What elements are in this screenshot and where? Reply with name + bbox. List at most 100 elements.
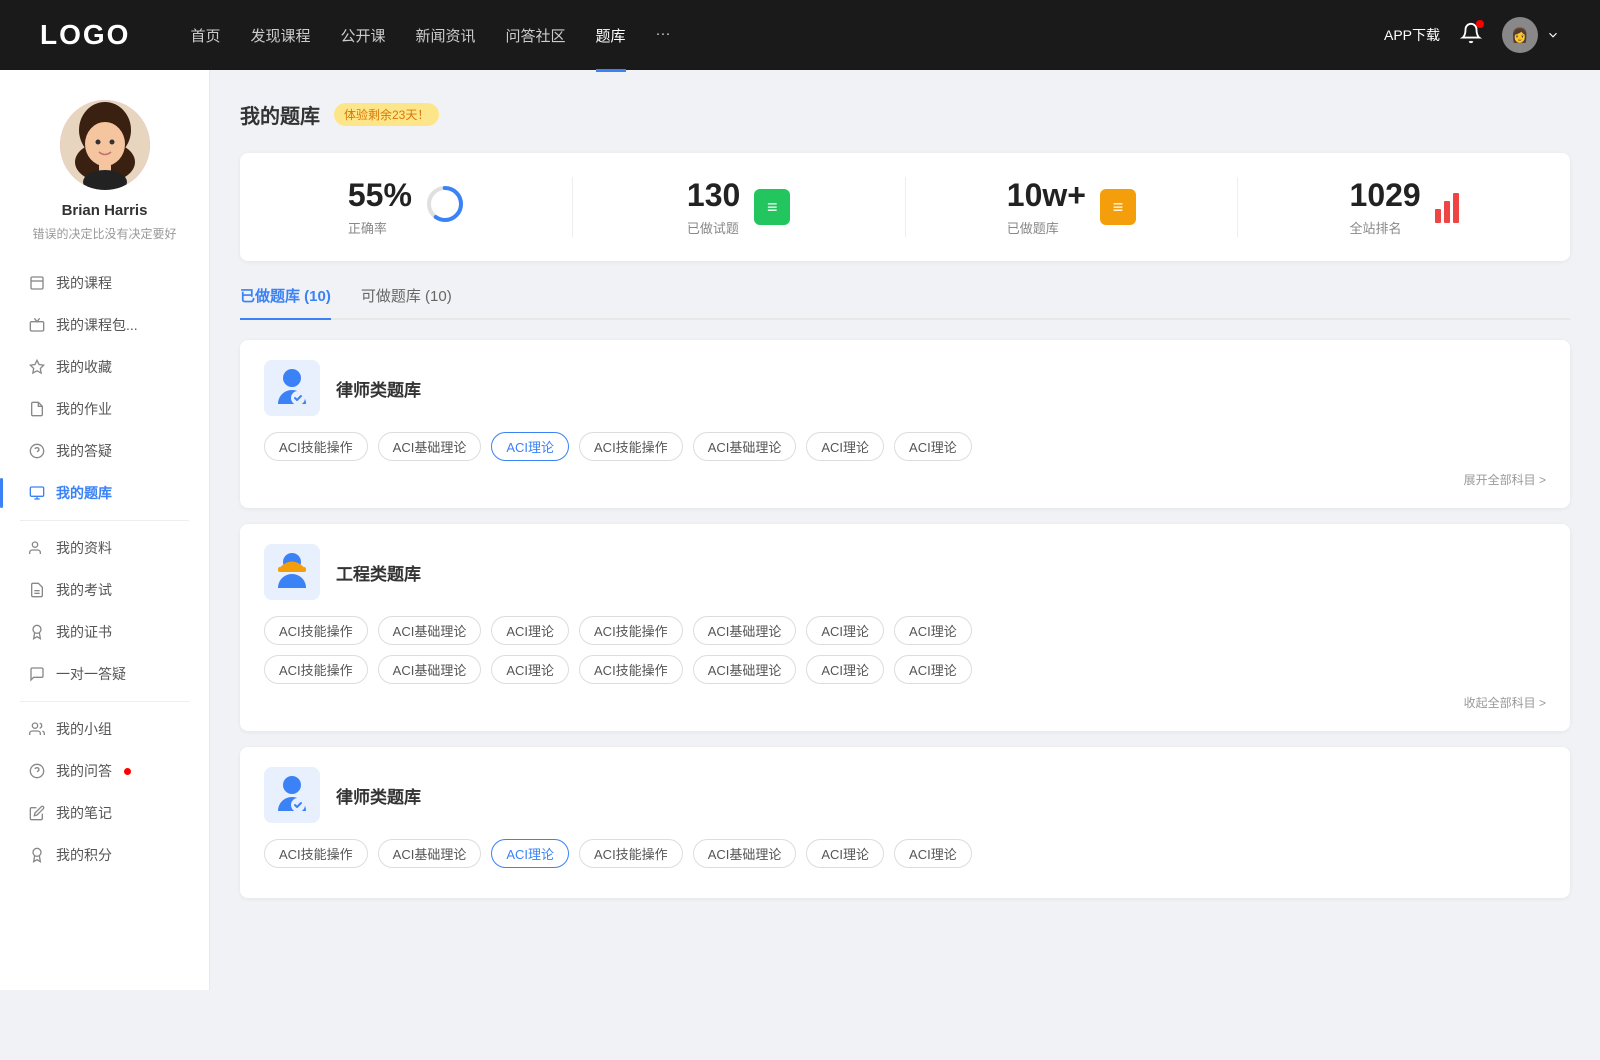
sidebar-item-group[interactable]: 我的小组 — [0, 708, 209, 750]
sidebar-item-label-bank: 我的题库 — [56, 483, 112, 503]
sidebar-item-homework[interactable]: 我的作业 — [0, 388, 209, 430]
tag-1-5[interactable]: ACI理论 — [806, 616, 884, 645]
sidebar-item-bank[interactable]: 我的题库 — [0, 472, 209, 514]
tag-1-2[interactable]: ACI理论 — [491, 616, 569, 645]
tag-0-1[interactable]: ACI基础理论 — [378, 432, 482, 461]
bank-card-2-header: 律师类题库 — [264, 767, 1546, 823]
sidebar-item-one-to-one[interactable]: 一对一答疑 — [0, 653, 209, 695]
bank-card-2-title: 律师类题库 — [336, 783, 421, 808]
tag-1-6[interactable]: ACI理论 — [894, 616, 972, 645]
stat-done-questions: 130 已做试题 ≡ — [573, 177, 906, 237]
sidebar-item-label-pkg: 我的课程包... — [56, 315, 138, 335]
tag-1-0[interactable]: ACI技能操作 — [264, 616, 368, 645]
sidebar-item-label-cert: 我的证书 — [56, 622, 112, 642]
tag-2-0[interactable]: ACI技能操作 — [264, 839, 368, 868]
tab-done-banks[interactable]: 已做题库 (10) — [240, 285, 331, 318]
profile-icon — [28, 539, 46, 557]
tag-1-12[interactable]: ACI理论 — [806, 655, 884, 684]
tag-1-8[interactable]: ACI基础理论 — [378, 655, 482, 684]
tab-available-banks[interactable]: 可做题库 (10) — [361, 285, 452, 318]
sidebar-item-courses[interactable]: 我的课程 — [0, 262, 209, 304]
cert-icon — [28, 623, 46, 641]
sidebar-item-myqa[interactable]: 我的问答 — [0, 750, 209, 792]
tag-0-4[interactable]: ACI基础理论 — [693, 432, 797, 461]
stat-banks-label: 已做题库 — [1007, 218, 1086, 237]
tag-1-4[interactable]: ACI基础理论 — [693, 616, 797, 645]
bank-card-1-icon — [264, 544, 320, 600]
sidebar-divider-1 — [20, 520, 189, 521]
nav-open-course[interactable]: 公开课 — [340, 21, 385, 50]
nav-news[interactable]: 新闻资讯 — [416, 21, 476, 50]
bank-card-1: 工程类题库 ACI技能操作 ACI基础理论 ACI理论 ACI技能操作 ACI基… — [240, 524, 1570, 731]
sidebar-motto: 错误的决定比没有决定要好 — [12, 225, 196, 242]
tag-2-5[interactable]: ACI理论 — [806, 839, 884, 868]
tag-0-6[interactable]: ACI理论 — [894, 432, 972, 461]
accuracy-icon — [426, 185, 464, 230]
stat-accuracy-value: 55% — [348, 177, 412, 214]
avatar-image-nav: 👩 — [1502, 17, 1538, 53]
tag-2-4[interactable]: ACI基础理论 — [693, 839, 797, 868]
app-download-button[interactable]: APP下载 — [1384, 25, 1440, 45]
sidebar-avatar — [60, 100, 150, 190]
bank-card-0-header: 律师类题库 — [264, 360, 1546, 416]
sidebar-nav: 我的课程 我的课程包... 我的收藏 我的作业 — [0, 262, 209, 876]
stat-done-value: 130 — [687, 177, 740, 214]
star-icon — [28, 358, 46, 376]
sidebar-item-label-favorites: 我的收藏 — [56, 357, 112, 377]
tag-1-1[interactable]: ACI基础理论 — [378, 616, 482, 645]
pkg-icon — [28, 316, 46, 334]
tag-1-9[interactable]: ACI理论 — [491, 655, 569, 684]
tag-1-13[interactable]: ACI理论 — [894, 655, 972, 684]
logo: LOGO — [40, 19, 130, 51]
stat-done-label: 已做试题 — [687, 218, 740, 237]
bank-card-0: 律师类题库 ACI技能操作 ACI基础理论 ACI理论 ACI技能操作 ACI基… — [240, 340, 1570, 508]
sidebar-item-exam[interactable]: 我的考试 — [0, 569, 209, 611]
bank-card-0-icon — [264, 360, 320, 416]
user-avatar-nav[interactable]: 👩 — [1502, 17, 1560, 53]
tag-1-11[interactable]: ACI基础理论 — [693, 655, 797, 684]
sidebar-item-favorites[interactable]: 我的收藏 — [0, 346, 209, 388]
chevron-down-icon — [1546, 28, 1560, 42]
stat-rank: 1029 全站排名 — [1238, 177, 1570, 237]
sidebar-item-cert[interactable]: 我的证书 — [0, 611, 209, 653]
stat-accuracy-content: 55% 正确率 — [348, 177, 412, 237]
tag-0-3[interactable]: ACI技能操作 — [579, 432, 683, 461]
sidebar-item-label-group: 我的小组 — [56, 719, 112, 739]
nav-discover[interactable]: 发现课程 — [250, 21, 310, 50]
page-header: 我的题库 体验剩余23天！ — [240, 100, 1570, 129]
stat-done-banks-content: 10w+ 已做题库 — [1007, 177, 1086, 237]
nav-more[interactable]: ··· — [656, 21, 671, 50]
nav-qa[interactable]: 问答社区 — [506, 21, 566, 50]
nav-bank[interactable]: 题库 — [596, 21, 626, 50]
stat-accuracy: 55% 正确率 — [240, 177, 573, 237]
page-title: 我的题库 — [240, 100, 320, 129]
tag-2-6[interactable]: ACI理论 — [894, 839, 972, 868]
tag-1-3[interactable]: ACI技能操作 — [579, 616, 683, 645]
sidebar-item-points[interactable]: 我的积分 — [0, 834, 209, 876]
sidebar-item-profile[interactable]: 我的资料 — [0, 527, 209, 569]
tag-1-10[interactable]: ACI技能操作 — [579, 655, 683, 684]
bank-card-1-expand[interactable]: 收起全部科目 > — [264, 694, 1546, 711]
tag-2-3[interactable]: ACI技能操作 — [579, 839, 683, 868]
bank-card-0-expand[interactable]: 展开全部科目 > — [264, 471, 1546, 488]
homework-icon — [28, 400, 46, 418]
tag-2-2[interactable]: ACI理论 — [491, 839, 569, 868]
tag-0-0[interactable]: ACI技能操作 — [264, 432, 368, 461]
sidebar-item-notes[interactable]: 我的笔记 — [0, 792, 209, 834]
bank-icon — [28, 484, 46, 502]
bank-card-0-title: 律师类题库 — [336, 376, 421, 401]
tag-2-1[interactable]: ACI基础理论 — [378, 839, 482, 868]
sidebar-item-qa[interactable]: 我的答疑 — [0, 430, 209, 472]
sidebar-item-label-qa: 我的答疑 — [56, 441, 112, 461]
tag-0-5[interactable]: ACI理论 — [806, 432, 884, 461]
stat-rank-label: 全站排名 — [1350, 218, 1421, 237]
nav-home[interactable]: 首页 — [190, 21, 220, 50]
group-icon — [28, 720, 46, 738]
tag-1-7[interactable]: ACI技能操作 — [264, 655, 368, 684]
notification-bell[interactable] — [1460, 22, 1482, 49]
tag-0-2[interactable]: ACI理论 — [491, 432, 569, 461]
sidebar-username: Brian Harris — [62, 202, 148, 219]
bank-card-1-header: 工程类题库 — [264, 544, 1546, 600]
stat-accuracy-label: 正确率 — [348, 218, 412, 237]
sidebar-item-pkg[interactable]: 我的课程包... — [0, 304, 209, 346]
